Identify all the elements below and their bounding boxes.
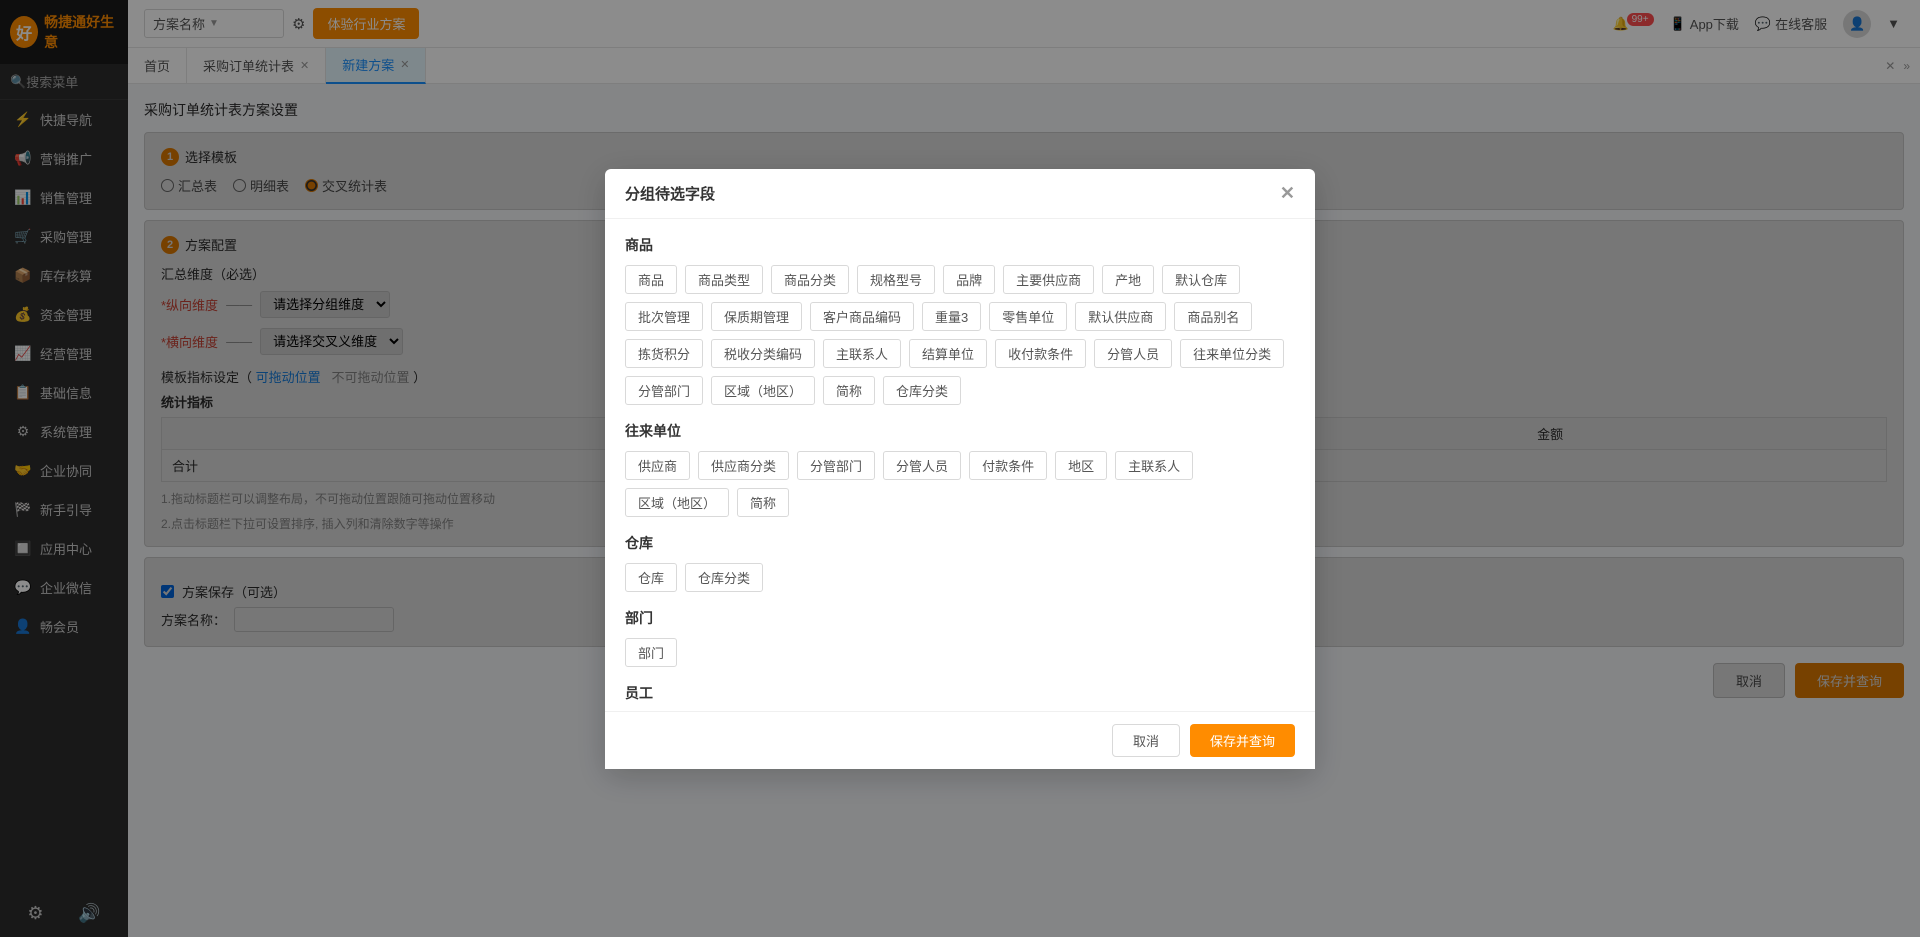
field-group-partner: 往来单位 供应商 供应商分类 分管部门 分管人员 付款条件 地区 主联系人 区域… — [625, 421, 1295, 517]
modal-close-button[interactable]: ✕ — [1280, 183, 1295, 204]
field-group-dept: 部门 部门 — [625, 608, 1295, 667]
field-tag[interactable]: 主要供应商 — [1003, 265, 1094, 294]
field-tag[interactable]: 保质期管理 — [711, 302, 802, 331]
field-tag[interactable]: 简称 — [737, 488, 789, 517]
modal-body[interactable]: 商品 商品 商品类型 商品分类 规格型号 品牌 主要供应商 产地 默认仓库 批次… — [605, 219, 1315, 711]
field-tag[interactable]: 地区 — [1055, 451, 1107, 480]
field-tag[interactable]: 规格型号 — [857, 265, 935, 294]
modal-cancel-button[interactable]: 取消 — [1112, 724, 1180, 757]
warehouse-fields: 仓库 仓库分类 — [625, 563, 1295, 592]
group-title-staff: 员工 — [625, 683, 1295, 703]
field-tag[interactable]: 简称 — [823, 376, 875, 405]
modal-dialog: 分组待选字段 ✕ 商品 商品 商品类型 商品分类 规格型号 品牌 主要供应商 产… — [605, 169, 1315, 769]
field-tag[interactable]: 分管人员 — [883, 451, 961, 480]
modal-overlay: 分组待选字段 ✕ 商品 商品 商品类型 商品分类 规格型号 品牌 主要供应商 产… — [0, 0, 1920, 937]
field-tag[interactable]: 商品别名 — [1174, 302, 1252, 331]
field-tag[interactable]: 客户商品编码 — [810, 302, 914, 331]
field-tag[interactable]: 仓库分类 — [883, 376, 961, 405]
dept-fields: 部门 — [625, 638, 1295, 667]
modal-footer: 取消 保存并查询 — [605, 711, 1315, 769]
field-group-product: 商品 商品 商品类型 商品分类 规格型号 品牌 主要供应商 产地 默认仓库 批次… — [625, 235, 1295, 405]
field-tag[interactable]: 部门 — [625, 638, 677, 667]
group-title-dept: 部门 — [625, 608, 1295, 628]
field-tag[interactable]: 供应商分类 — [698, 451, 789, 480]
field-tag[interactable]: 供应商 — [625, 451, 690, 480]
group-title-warehouse: 仓库 — [625, 533, 1295, 553]
field-tag[interactable]: 商品类型 — [685, 265, 763, 294]
field-tag[interactable]: 品牌 — [943, 265, 995, 294]
field-tag[interactable]: 仓库分类 — [685, 563, 763, 592]
field-tag[interactable]: 主联系人 — [1115, 451, 1193, 480]
field-tag[interactable]: 默认仓库 — [1162, 265, 1240, 294]
field-tag[interactable]: 主联系人 — [823, 339, 901, 368]
field-group-warehouse: 仓库 仓库 仓库分类 — [625, 533, 1295, 592]
field-tag[interactable]: 分管部门 — [797, 451, 875, 480]
field-tag[interactable]: 税收分类编码 — [711, 339, 815, 368]
field-tag[interactable]: 商品 — [625, 265, 677, 294]
field-tag[interactable]: 分管人员 — [1094, 339, 1172, 368]
partner-fields: 供应商 供应商分类 分管部门 分管人员 付款条件 地区 主联系人 区域（地区） … — [625, 451, 1295, 517]
field-tag[interactable]: 区域（地区） — [711, 376, 815, 405]
modal-header: 分组待选字段 ✕ — [605, 169, 1315, 219]
modal-confirm-button[interactable]: 保存并查询 — [1190, 724, 1295, 757]
field-tag[interactable]: 结算单位 — [909, 339, 987, 368]
field-tag[interactable]: 区域（地区） — [625, 488, 729, 517]
field-tag[interactable]: 仓库 — [625, 563, 677, 592]
field-tag[interactable]: 批次管理 — [625, 302, 703, 331]
field-group-staff: 员工 业务员 — [625, 683, 1295, 711]
field-tag[interactable]: 产地 — [1102, 265, 1154, 294]
field-tag[interactable]: 默认供应商 — [1075, 302, 1166, 331]
field-tag[interactable]: 商品分类 — [771, 265, 849, 294]
group-title-product: 商品 — [625, 235, 1295, 255]
field-tag[interactable]: 重量3 — [922, 302, 981, 331]
modal-title: 分组待选字段 — [625, 183, 715, 204]
field-tag[interactable]: 付款条件 — [969, 451, 1047, 480]
field-tag[interactable]: 零售单位 — [989, 302, 1067, 331]
field-tag[interactable]: 分管部门 — [625, 376, 703, 405]
field-tag[interactable]: 拣货积分 — [625, 339, 703, 368]
field-tag[interactable]: 收付款条件 — [995, 339, 1086, 368]
product-fields: 商品 商品类型 商品分类 规格型号 品牌 主要供应商 产地 默认仓库 批次管理 … — [625, 265, 1295, 405]
group-title-partner: 往来单位 — [625, 421, 1295, 441]
field-tag[interactable]: 往来单位分类 — [1180, 339, 1284, 368]
